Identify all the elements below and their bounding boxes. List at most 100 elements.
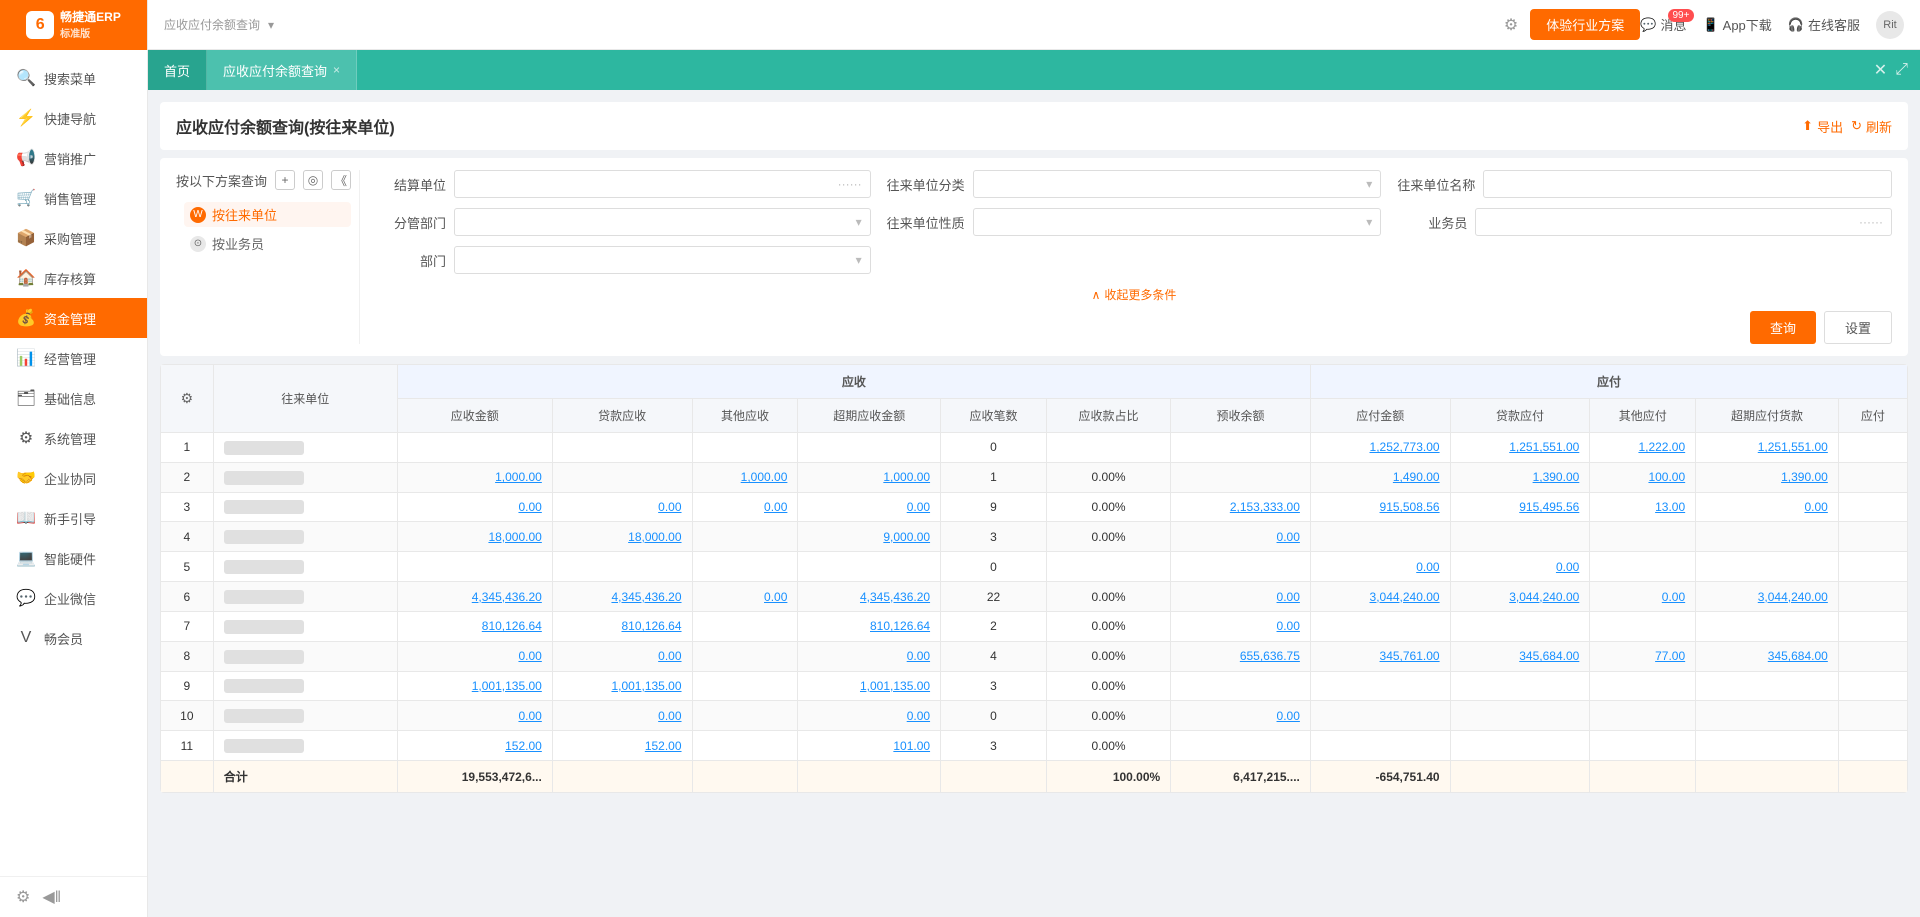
pay-val[interactable]: 345,684.00 xyxy=(1768,649,1828,663)
pay-val[interactable]: 1,251,551.00 xyxy=(1509,440,1579,454)
pay-val[interactable]: 1,251,551.00 xyxy=(1758,440,1828,454)
sidebar-item-畅会员[interactable]: V 畅会员 xyxy=(0,618,147,658)
pay-val[interactable]: 0.00 xyxy=(1662,590,1685,604)
table-settings-icon[interactable]: ⚙ xyxy=(181,390,194,406)
query-button[interactable]: 查询 xyxy=(1750,311,1816,344)
recv-val[interactable]: 1,000.00 xyxy=(883,470,930,484)
pay-val[interactable]: 77.00 xyxy=(1655,649,1685,663)
field-input-nature[interactable]: ▾ xyxy=(973,208,1382,236)
recv-val[interactable]: 152.00 xyxy=(505,739,542,753)
maximize-icon[interactable]: ⤢ xyxy=(1895,61,1908,79)
recv-val[interactable]: 810,126.64 xyxy=(482,619,542,633)
recv-val[interactable]: 810,126.64 xyxy=(621,619,681,633)
pay-val[interactable]: 3,044,240.00 xyxy=(1758,590,1828,604)
recv-val[interactable]: 9,000.00 xyxy=(883,530,930,544)
recv-val[interactable]: 0.00 xyxy=(907,709,930,723)
settings-icon[interactable]: ⚙ xyxy=(16,887,30,907)
close-window-icon[interactable]: ✕ xyxy=(1874,60,1887,80)
col-settings-header[interactable]: ⚙ xyxy=(161,365,214,433)
recv-val[interactable]: 1,001,135.00 xyxy=(860,679,930,693)
sidebar-item-经营管理[interactable]: 📊 经营管理 xyxy=(0,338,147,378)
refresh-button[interactable]: ↻ 刷新 xyxy=(1851,117,1892,136)
setting-button[interactable]: 设置 xyxy=(1824,311,1892,344)
prepay-val[interactable]: 0.00 xyxy=(1277,709,1300,723)
recv-val[interactable]: 4,345,436.20 xyxy=(472,590,542,604)
recv-val[interactable]: 0.00 xyxy=(518,500,541,514)
pay-val[interactable]: 1,252,773.00 xyxy=(1370,440,1440,454)
recv-val[interactable]: 1,000.00 xyxy=(741,470,788,484)
recv-val[interactable]: 0.00 xyxy=(658,500,681,514)
pay-val[interactable]: 345,684.00 xyxy=(1519,649,1579,663)
prepay-val[interactable]: 2,153,333.00 xyxy=(1230,500,1300,514)
field-input-settlement[interactable]: ··· xyxy=(454,170,871,198)
header-message[interactable]: 💬 消息 99+ xyxy=(1640,15,1686,34)
pay-val[interactable]: 345,761.00 xyxy=(1380,649,1440,663)
search-expand-button[interactable]: 《 xyxy=(331,170,351,190)
pay-val[interactable]: 1,222.00 xyxy=(1638,440,1685,454)
prepay-val[interactable]: 0.00 xyxy=(1277,619,1300,633)
tab-current[interactable]: 应收应付余额查询 × xyxy=(207,50,357,90)
promo-button[interactable]: 体验行业方案 xyxy=(1530,9,1640,40)
sidebar-item-营销推广[interactable]: 📢 营销推广 xyxy=(0,138,147,178)
field-input-category[interactable]: ▾ xyxy=(973,170,1382,198)
pay-val[interactable]: 915,508.56 xyxy=(1380,500,1440,514)
recv-val[interactable]: 810,126.64 xyxy=(870,619,930,633)
pay-val[interactable]: 3,044,240.00 xyxy=(1370,590,1440,604)
search-target-button[interactable]: ◎ xyxy=(303,170,323,190)
pay-val[interactable]: 0.00 xyxy=(1556,560,1579,574)
plan-item-salesman[interactable]: ⊙ 按业务员 xyxy=(184,231,351,256)
recv-val[interactable]: 1,001,135.00 xyxy=(472,679,542,693)
pay-val[interactable]: 1,390.00 xyxy=(1533,470,1580,484)
sidebar-item-智能硬件[interactable]: 💻 智能硬件 xyxy=(0,538,147,578)
prepay-val[interactable]: 0.00 xyxy=(1277,530,1300,544)
sidebar-item-系统管理[interactable]: ⚙ 系统管理 xyxy=(0,418,147,458)
sidebar-item-采购管理[interactable]: 📦 采购管理 xyxy=(0,218,147,258)
recv-val[interactable]: 0.00 xyxy=(907,500,930,514)
tab-close-icon[interactable]: × xyxy=(333,63,340,77)
recv-val[interactable]: 0.00 xyxy=(658,649,681,663)
sidebar-item-资金管理[interactable]: 💰 资金管理 xyxy=(0,298,147,338)
sidebar-item-搜索菜单[interactable]: 🔍 搜索菜单 xyxy=(0,58,147,98)
sidebar-item-基础信息[interactable]: 🗂 基础信息 xyxy=(0,378,147,418)
search-add-button[interactable]: + xyxy=(275,170,295,190)
sidebar-item-销售管理[interactable]: 🛒 销售管理 xyxy=(0,178,147,218)
header-user[interactable]: Rit xyxy=(1876,11,1904,39)
sidebar-item-库存核算[interactable]: 🏠 库存核算 xyxy=(0,258,147,298)
recv-val[interactable]: 0.00 xyxy=(764,590,787,604)
recv-val[interactable]: 101.00 xyxy=(893,739,930,753)
sidebar-item-新手引导[interactable]: 📖 新手引导 xyxy=(0,498,147,538)
field-input-name[interactable] xyxy=(1483,170,1892,198)
header-app-download[interactable]: 📱 App下载 xyxy=(1702,15,1771,34)
recv-val[interactable]: 152.00 xyxy=(645,739,682,753)
sidebar-item-企业协同[interactable]: 🤝 企业协同 xyxy=(0,458,147,498)
sidebar-item-企业微信[interactable]: 💬 企业微信 xyxy=(0,578,147,618)
prepay-val[interactable]: 655,636.75 xyxy=(1240,649,1300,663)
plan-item-partner[interactable]: W 按往来单位 xyxy=(184,202,351,227)
pay-val[interactable]: 13.00 xyxy=(1655,500,1685,514)
header-online-service[interactable]: 🎧 在线客服 xyxy=(1788,15,1860,34)
recv-val[interactable]: 18,000.00 xyxy=(628,530,681,544)
recv-val[interactable]: 4,345,436.20 xyxy=(860,590,930,604)
sidebar-item-快捷导航[interactable]: ⚡ 快捷导航 xyxy=(0,98,147,138)
recv-val[interactable]: 1,000.00 xyxy=(495,470,542,484)
pay-val[interactable]: 3,044,240.00 xyxy=(1509,590,1579,604)
collapse-icon[interactable]: ◀‖ xyxy=(42,887,61,907)
pay-val[interactable]: 915,495.56 xyxy=(1519,500,1579,514)
recv-val[interactable]: 0.00 xyxy=(518,649,541,663)
pay-val[interactable]: 1,490.00 xyxy=(1393,470,1440,484)
recv-val[interactable]: 0.00 xyxy=(764,500,787,514)
header-gear-icon[interactable]: ⚙ xyxy=(1504,15,1518,35)
recv-val[interactable]: 1,001,135.00 xyxy=(611,679,681,693)
pay-val[interactable]: 1,390.00 xyxy=(1781,470,1828,484)
field-input-dept[interactable]: ▾ xyxy=(454,208,871,236)
recv-val[interactable]: 4,345,436.20 xyxy=(611,590,681,604)
recv-val[interactable]: 0.00 xyxy=(658,709,681,723)
export-button[interactable]: ⬆ 导出 xyxy=(1802,117,1843,136)
pay-val[interactable]: 0.00 xyxy=(1416,560,1439,574)
prepay-val[interactable]: 0.00 xyxy=(1277,590,1300,604)
recv-val[interactable]: 18,000.00 xyxy=(488,530,541,544)
tab-home[interactable]: 首页 xyxy=(148,50,207,90)
field-input-salesman[interactable]: ··· xyxy=(1475,208,1892,236)
recv-val[interactable]: 0.00 xyxy=(907,649,930,663)
recv-val[interactable]: 0.00 xyxy=(518,709,541,723)
